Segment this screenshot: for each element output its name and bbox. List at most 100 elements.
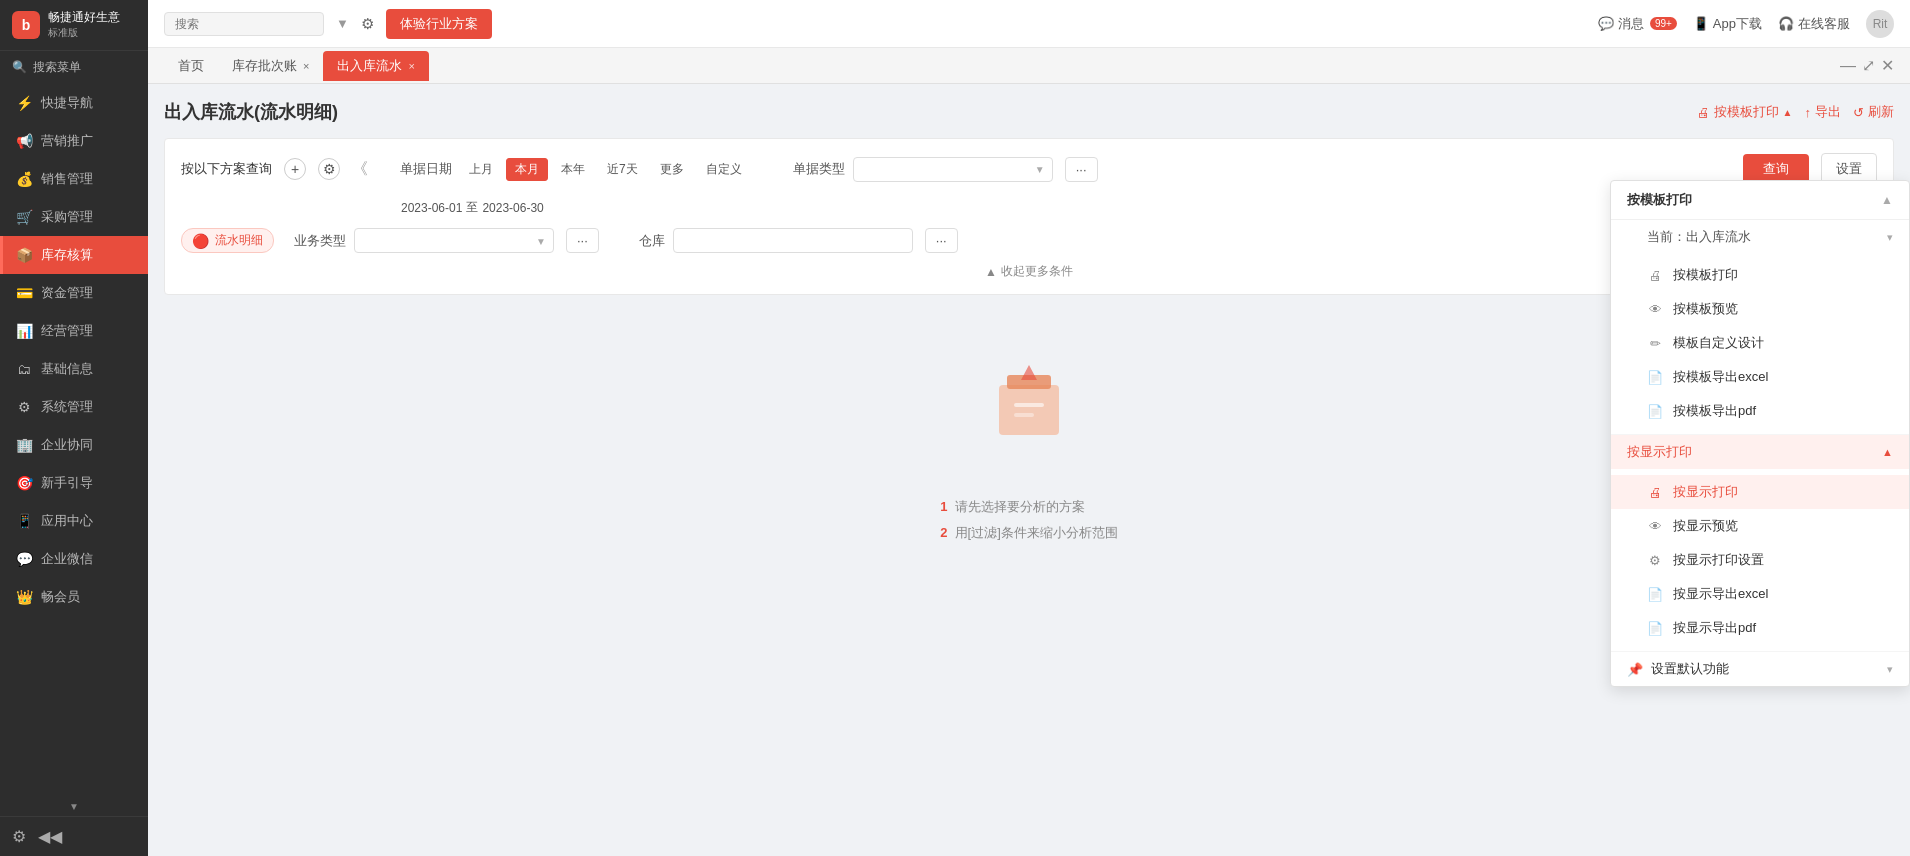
- sidebar-item-label: 系统管理: [41, 398, 93, 416]
- page-content: 出入库流水(流水明细) 🖨 按模板打印 ▲ ↑ 导出 ↺ 刷新: [148, 84, 1910, 856]
- sidebar-search-label: 搜索菜单: [33, 59, 81, 76]
- dropdown-default-function[interactable]: 📌 设置默认功能 ▾: [1611, 652, 1909, 686]
- sidebar-item-member[interactable]: 👑 畅会员: [0, 578, 148, 616]
- biz-type-more-button[interactable]: ···: [566, 228, 599, 253]
- dropdown-item-template-pdf[interactable]: 📄 按模板导出pdf: [1611, 394, 1909, 428]
- topbar-chevron-icon[interactable]: ▼: [336, 16, 349, 31]
- filter-tag-icon: 🔴: [192, 233, 209, 249]
- biz-type-select[interactable]: [354, 228, 554, 253]
- user-avatar[interactable]: Rit: [1866, 10, 1894, 38]
- display-settings-icon: ⚙: [1647, 552, 1663, 568]
- active-filter-tag: 🔴 流水明细: [181, 228, 274, 253]
- wechat-icon: 💬: [15, 550, 33, 568]
- sidebar-item-apps[interactable]: 📱 应用中心: [0, 502, 148, 540]
- template-print-label: 按模板打印: [1673, 266, 1738, 284]
- app-download-button[interactable]: 📱 App下载: [1693, 15, 1762, 33]
- hint-text-2: 用[过滤]条件来缩小分析范围: [955, 525, 1118, 540]
- doc-type-more-button[interactable]: ···: [1065, 157, 1098, 182]
- topbar-search-input[interactable]: [164, 12, 324, 36]
- collapse-sidebar-icon[interactable]: ◀◀: [38, 827, 62, 846]
- tab-close-icon[interactable]: ✕: [1881, 56, 1894, 75]
- export-button[interactable]: ↑ 导出: [1805, 103, 1842, 121]
- warehouse-more-button[interactable]: ···: [925, 228, 958, 253]
- topbar-gear-icon[interactable]: ⚙: [361, 15, 374, 33]
- industry-solution-button[interactable]: 体验行业方案: [386, 9, 492, 39]
- inventory-icon: 📦: [15, 246, 33, 264]
- print-icon: 🖨: [1697, 105, 1710, 120]
- date-label: 单据日期: [400, 160, 452, 178]
- sidebar-menu: ⚡ 快捷导航 📢 营销推广 💰 销售管理 🛒 采购管理 📦 库存核算 💳 资金管…: [0, 84, 148, 797]
- message-icon: 💬: [1598, 16, 1614, 31]
- tab-maximize-icon[interactable]: ⤢: [1862, 56, 1875, 75]
- warehouse-filter: 仓库 ···: [639, 228, 958, 253]
- date-tab-more[interactable]: 更多: [651, 158, 693, 181]
- dropdown-collapse-icon[interactable]: ▲: [1881, 193, 1893, 207]
- app-download-icon: 📱: [1693, 16, 1709, 31]
- default-function-label: 设置默认功能: [1651, 660, 1729, 678]
- warehouse-input[interactable]: [673, 228, 913, 253]
- sidebar-item-guide[interactable]: 🎯 新手引导: [0, 464, 148, 502]
- filter-settings-button[interactable]: ⚙: [318, 158, 340, 180]
- app-logo-icon: b: [12, 11, 40, 39]
- sidebar-item-inventory[interactable]: 📦 库存核算: [0, 236, 148, 274]
- sidebar-item-sales[interactable]: 💰 销售管理: [0, 160, 148, 198]
- refresh-icon: ↺: [1853, 105, 1864, 120]
- svg-rect-0: [999, 385, 1059, 435]
- date-tab-current-month[interactable]: 本月: [506, 158, 548, 181]
- sidebar-item-enterprise[interactable]: 🏢 企业协同: [0, 426, 148, 464]
- sidebar-item-quick-nav[interactable]: ⚡ 快捷导航: [0, 84, 148, 122]
- sidebar-item-marketing[interactable]: 📢 营销推广: [0, 122, 148, 160]
- tab-batch-ledger[interactable]: 库存批次账 ×: [218, 51, 323, 81]
- refresh-button[interactable]: ↺ 刷新: [1853, 103, 1894, 121]
- dropdown-item-display-settings[interactable]: ⚙ 按显示打印设置: [1611, 543, 1909, 577]
- dropdown-item-template-excel[interactable]: 📄 按模板导出excel: [1611, 360, 1909, 394]
- online-service-button[interactable]: 🎧 在线客服: [1778, 15, 1850, 33]
- dropdown-item-display-print[interactable]: 🖨 按显示打印: [1611, 475, 1909, 509]
- tab-flow[interactable]: 出入库流水 ×: [323, 51, 428, 81]
- filter-collapse-icon[interactable]: 《: [352, 159, 368, 180]
- settings-footer-icon[interactable]: ⚙: [12, 827, 26, 846]
- empty-hint-2: 2 用[过滤]条件来缩小分析范围: [940, 520, 1118, 546]
- print-dropdown-panel: 按模板打印 ▲ 当前：出入库流水 ▾ 🖨 按模板打印 👁 按模板预览: [1610, 180, 1910, 687]
- operations-icon: 📊: [15, 322, 33, 340]
- sidebar-search[interactable]: 🔍 搜索菜单: [0, 51, 148, 84]
- display-excel-label: 按显示导出excel: [1673, 585, 1768, 603]
- date-tab-current-year[interactable]: 本年: [552, 158, 594, 181]
- app-name: 畅捷通好生意: [48, 10, 120, 26]
- sidebar-item-finance[interactable]: 💳 资金管理: [0, 274, 148, 312]
- date-tab-custom[interactable]: 自定义: [697, 158, 751, 181]
- dropdown-current-arrow[interactable]: ▾: [1887, 231, 1893, 244]
- date-tab-prev-month[interactable]: 上月: [460, 158, 502, 181]
- dropdown-template-section: 🖨 按模板打印 👁 按模板预览 ✏ 模板自定义设计 📄 按模板导出excel 📄: [1611, 252, 1909, 435]
- dropdown-item-display-excel[interactable]: 📄 按显示导出excel: [1611, 577, 1909, 611]
- dropdown-item-display-preview[interactable]: 👁 按显示预览: [1611, 509, 1909, 543]
- sidebar-item-system[interactable]: ⚙ 系统管理: [0, 388, 148, 426]
- dropdown-item-template-preview[interactable]: 👁 按模板预览: [1611, 292, 1909, 326]
- template-excel-icon: 📄: [1647, 369, 1663, 385]
- print-template-button[interactable]: 🖨 按模板打印 ▲: [1697, 103, 1793, 121]
- sidebar-scroll-down[interactable]: ▼: [0, 797, 148, 816]
- sidebar-item-basic[interactable]: 🗂 基础信息: [0, 350, 148, 388]
- search-icon: 🔍: [12, 60, 27, 74]
- filter-add-button[interactable]: +: [284, 158, 306, 180]
- tab-minimize-icon[interactable]: —: [1840, 57, 1856, 75]
- sidebar-item-wechat[interactable]: 💬 企业微信: [0, 540, 148, 578]
- dropdown-item-template-print[interactable]: 🖨 按模板打印: [1611, 258, 1909, 292]
- dropdown-item-display-pdf[interactable]: 📄 按显示导出pdf: [1611, 611, 1909, 645]
- collapse-label: 收起更多条件: [1001, 263, 1073, 280]
- tab-home[interactable]: 首页: [164, 51, 218, 81]
- sidebar-item-operations[interactable]: 📊 经营管理: [0, 312, 148, 350]
- doc-type-select[interactable]: [853, 157, 1053, 182]
- messages-button[interactable]: 💬 消息 99+: [1598, 15, 1677, 33]
- dropdown-item-template-custom[interactable]: ✏ 模板自定义设计: [1611, 326, 1909, 360]
- tab-batch-ledger-label: 库存批次账: [232, 57, 297, 75]
- page-header: 出入库流水(流水明细) 🖨 按模板打印 ▲ ↑ 导出 ↺ 刷新: [164, 100, 1894, 124]
- date-tab-last7[interactable]: 近7天: [598, 158, 647, 181]
- dropdown-display-section-header[interactable]: 按显示打印 ▲: [1611, 435, 1909, 469]
- tab-flow-close[interactable]: ×: [408, 60, 414, 72]
- sidebar: b 畅捷通好生意 标准版 🔍 搜索菜单 ⚡ 快捷导航 📢 营销推广 💰 销售管理…: [0, 0, 148, 856]
- doc-type-select-wrapper: [853, 157, 1053, 182]
- dropdown-header: 按模板打印 ▲: [1611, 181, 1909, 220]
- sidebar-item-purchase[interactable]: 🛒 采购管理: [0, 198, 148, 236]
- tab-batch-ledger-close[interactable]: ×: [303, 60, 309, 72]
